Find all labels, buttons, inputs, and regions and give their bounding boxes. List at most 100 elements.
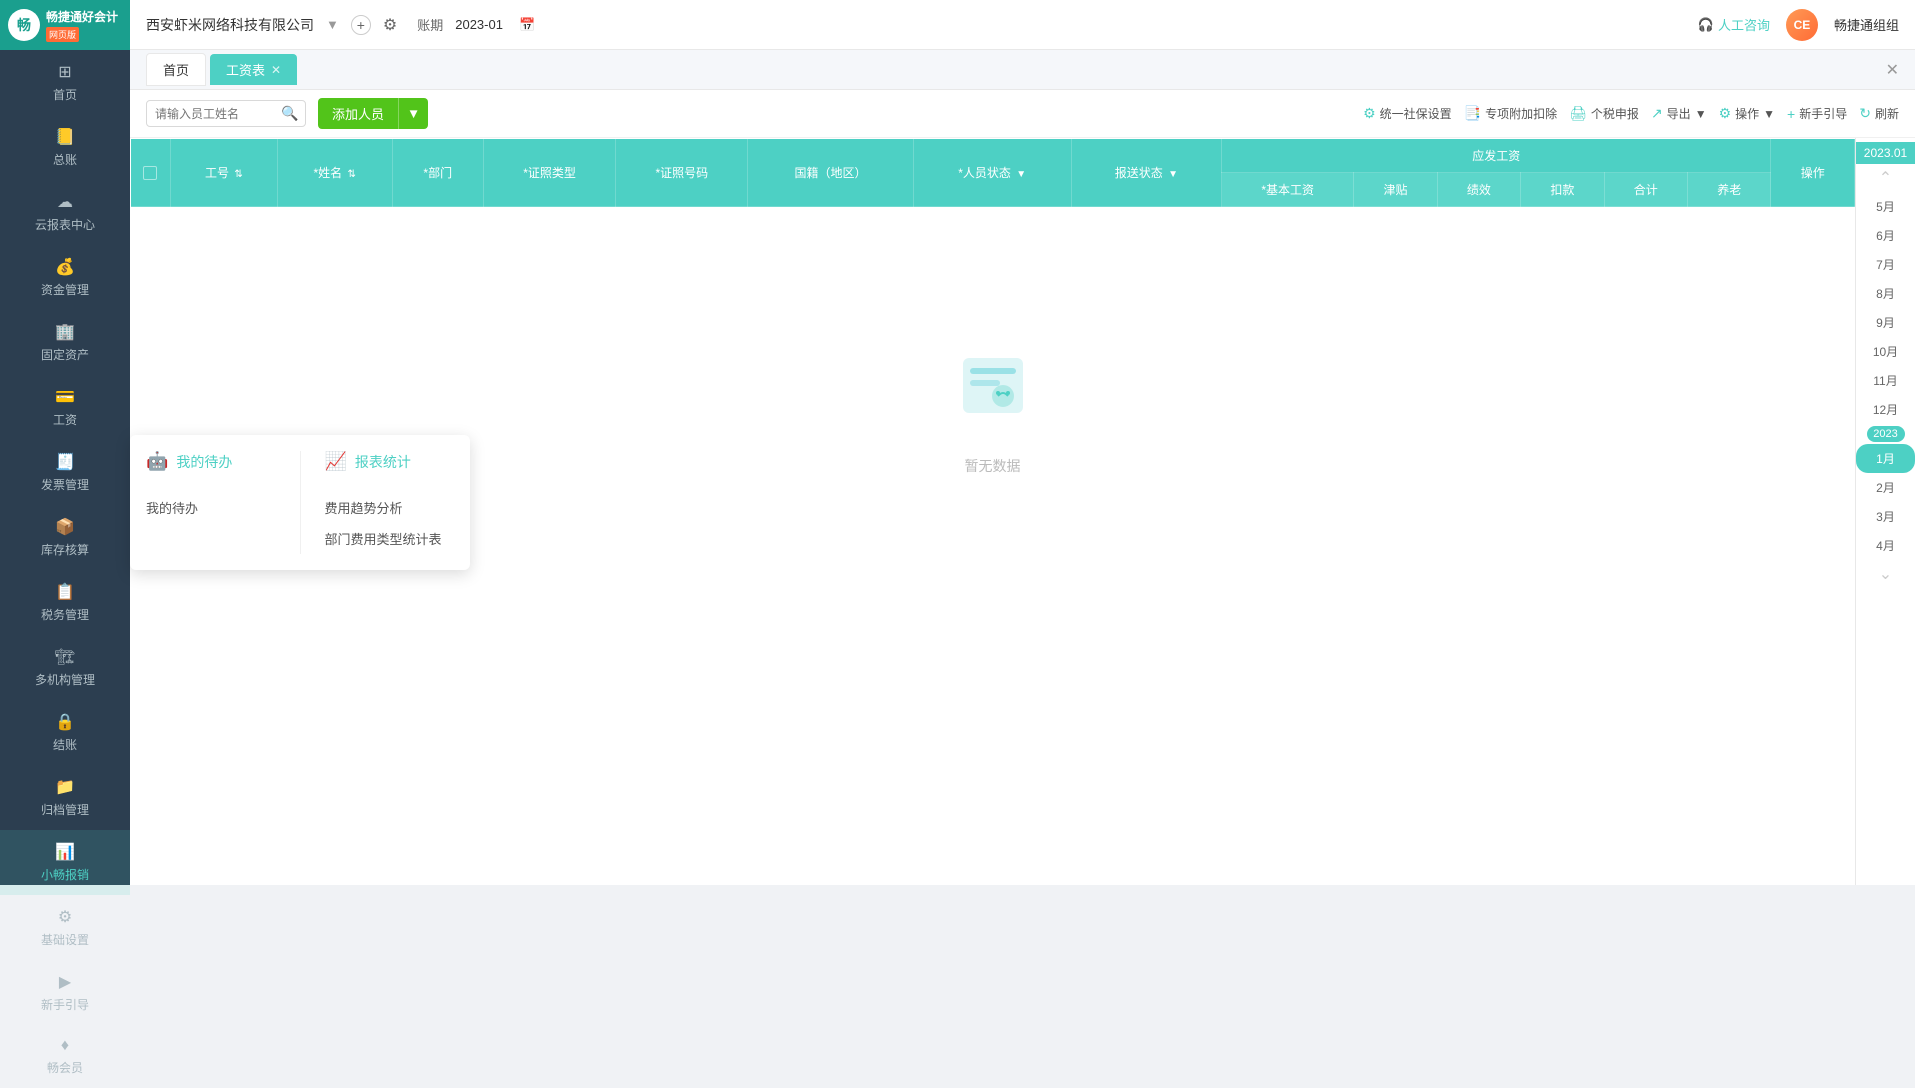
col-allowance: 津贴 bbox=[1354, 173, 1437, 207]
popup-stats-item-2[interactable]: 部门费用类型统计表 bbox=[325, 523, 455, 554]
settings-sidebar-icon: ⚙ bbox=[58, 907, 72, 927]
timeline-month-12[interactable]: 12月 bbox=[1856, 395, 1915, 424]
sidebar-item-finance[interactable]: 💰 资金管理 bbox=[0, 245, 130, 310]
timeline-month-7[interactable]: 7月 bbox=[1856, 250, 1915, 279]
add-person-button[interactable]: 添加人员 bbox=[318, 98, 398, 129]
service-label: 人工咨询 bbox=[1718, 15, 1770, 34]
guide-icon: ▶ bbox=[59, 972, 71, 992]
top-header: 西安虾米网络科技有限公司 ▼ + ⚙ 账期 2023-01 📅 🎧 人工咨询 C… bbox=[130, 0, 1915, 50]
timeline: 2023.01 ⌃ 5月 6月 7月 8月 9月 10月 11月 12月 202… bbox=[1855, 138, 1915, 885]
timeline-month-2[interactable]: 2月 bbox=[1856, 473, 1915, 502]
popup-col-stats-title: 报表统计 bbox=[355, 452, 411, 472]
sort-icon-id[interactable]: ⇅ bbox=[234, 169, 242, 180]
sidebar-label-finance: 资金管理 bbox=[41, 281, 89, 298]
sidebar-item-inventory[interactable]: 📦 库存核算 bbox=[0, 505, 130, 570]
refresh-label: 刷新 bbox=[1875, 105, 1899, 122]
search-box: 🔍 bbox=[146, 100, 306, 127]
tab-close-icon[interactable]: ✕ bbox=[271, 63, 281, 77]
operation-button[interactable]: ⚙ 操作 ▼ bbox=[1719, 105, 1775, 122]
col-performance: 绩效 bbox=[1437, 173, 1520, 207]
sidebar-item-xiaochang[interactable]: 📊 小畅报销 bbox=[0, 830, 130, 895]
timeline-month-5[interactable]: 5月 bbox=[1856, 192, 1915, 221]
search-icon: 🔍 bbox=[281, 105, 298, 122]
add-person-dropdown-button[interactable]: ▼ bbox=[398, 98, 428, 129]
timeline-down-icon[interactable]: ⌄ bbox=[1875, 560, 1896, 588]
sidebar-label-ledger: 总账 bbox=[53, 151, 77, 168]
timeline-month-1[interactable]: 1月 bbox=[1856, 444, 1915, 473]
sidebar-item-invoice[interactable]: 🧾 发票管理 bbox=[0, 440, 130, 505]
timeline-month-6[interactable]: 6月 bbox=[1856, 221, 1915, 250]
tax-report-icon: 🖨 bbox=[1569, 105, 1587, 122]
tab-salary-table[interactable]: 工资表 ✕ bbox=[210, 54, 297, 85]
col-status: *人员状态 ▼ bbox=[913, 139, 1071, 207]
select-all-checkbox[interactable] bbox=[143, 166, 157, 180]
col-name-label: *姓名 bbox=[314, 166, 343, 180]
search-input[interactable] bbox=[155, 107, 275, 121]
sidebar-item-guide[interactable]: ▶ 新手引导 bbox=[0, 960, 130, 1025]
sidebar-label-member: 畅会员 bbox=[47, 1059, 83, 1076]
operation-label: 操作 bbox=[1735, 105, 1759, 122]
settings-icon[interactable]: ⚙ bbox=[383, 15, 397, 35]
filter-icon-status[interactable]: ▼ bbox=[1016, 169, 1026, 180]
timeline-up-icon[interactable]: ⌃ bbox=[1875, 164, 1896, 192]
export-button[interactable]: ↗ 导出 ▼ bbox=[1651, 105, 1707, 122]
popup-todo-item[interactable]: 我的待办 bbox=[146, 492, 276, 523]
guide-button[interactable]: + 新手引导 bbox=[1787, 105, 1847, 122]
add-company-button[interactable]: + bbox=[351, 15, 371, 35]
sort-icon-name[interactable]: ⇅ bbox=[348, 169, 356, 180]
sidebar-item-ledger[interactable]: 📒 总账 bbox=[0, 115, 130, 180]
sidebar-item-salary[interactable]: 💳 工资 bbox=[0, 375, 130, 440]
col-dept: *部门 bbox=[392, 139, 483, 207]
sidebar-item-multi[interactable]: 🏗 多机构管理 bbox=[0, 635, 130, 700]
guide-label: 新手引导 bbox=[1799, 105, 1847, 122]
col-base-salary: *基本工资 bbox=[1222, 173, 1354, 207]
timeline-month-9[interactable]: 9月 bbox=[1856, 308, 1915, 337]
headphone-icon: 🎧 bbox=[1698, 17, 1714, 33]
archive-icon: 📁 bbox=[55, 777, 75, 797]
tab-salary-label: 工资表 bbox=[226, 60, 265, 79]
timeline-month-4[interactable]: 4月 bbox=[1856, 531, 1915, 560]
filter-icon-report[interactable]: ▼ bbox=[1168, 169, 1178, 180]
timeline-month-10[interactable]: 10月 bbox=[1856, 337, 1915, 366]
social-security-button[interactable]: ⚙ 统一社保设置 bbox=[1363, 105, 1452, 122]
sidebar-item-member[interactable]: ♦ 畅会员 bbox=[0, 1025, 130, 1088]
tab-home-label: 首页 bbox=[163, 63, 189, 78]
timeline-month-11[interactable]: 11月 bbox=[1856, 366, 1915, 395]
service-button[interactable]: 🎧 人工咨询 bbox=[1698, 15, 1770, 34]
refresh-icon: ↻ bbox=[1859, 105, 1871, 122]
todo-icon: 🤖 bbox=[146, 451, 168, 472]
calendar-icon[interactable]: 📅 bbox=[519, 17, 535, 33]
sidebar-item-tax[interactable]: 📋 税务管理 bbox=[0, 570, 130, 635]
logo-title: 畅捷通好会计 bbox=[46, 8, 118, 25]
sidebar-item-close[interactable]: 🔒 结账 bbox=[0, 700, 130, 765]
company-dropdown-icon[interactable]: ▼ bbox=[326, 17, 339, 32]
sidebar-item-archive[interactable]: 📁 归档管理 bbox=[0, 765, 130, 830]
col-deduction: 扣款 bbox=[1521, 173, 1604, 207]
salary-icon: 💳 bbox=[55, 387, 75, 407]
xiaochang-icon: 📊 bbox=[55, 842, 75, 862]
popup-col-stats-header: 📈 报表统计 bbox=[325, 451, 455, 480]
sidebar-item-settings[interactable]: ⚙ 基础设置 bbox=[0, 895, 130, 960]
popup-col-todo-title: 我的待办 bbox=[176, 452, 232, 472]
sidebar-item-cloud[interactable]: ☁ 云报表中心 bbox=[0, 180, 130, 245]
popup-col-todo: 🤖 我的待办 我的待办 bbox=[146, 451, 276, 554]
timeline-month-8[interactable]: 8月 bbox=[1856, 279, 1915, 308]
add-person-group: 添加人员 ▼ bbox=[318, 98, 428, 129]
special-deduct-button[interactable]: 📑 专项附加扣除 bbox=[1464, 105, 1557, 122]
timeline-header: 2023.01 bbox=[1856, 142, 1915, 164]
sidebar-item-home[interactable]: ⊞ 首页 bbox=[0, 50, 130, 115]
col-nationality: 国籍（地区） bbox=[748, 139, 913, 207]
col-total: 合计 bbox=[1604, 173, 1687, 207]
sidebar-item-assets[interactable]: 🏢 固定资产 bbox=[0, 310, 130, 375]
stats-icon: 📈 bbox=[325, 451, 347, 472]
refresh-button[interactable]: ↻ 刷新 bbox=[1859, 105, 1899, 122]
app-logo: 畅 畅捷通好会计 网页版 bbox=[0, 0, 130, 50]
window-close-button[interactable]: ✕ bbox=[1886, 60, 1899, 80]
sidebar-label-home: 首页 bbox=[53, 86, 77, 103]
company-name: 西安虾米网络科技有限公司 bbox=[146, 15, 314, 35]
tab-home[interactable]: 首页 bbox=[146, 53, 206, 86]
popup-stats-item-1[interactable]: 费用趋势分析 bbox=[325, 492, 455, 523]
col-employee-id: 工号 ⇅ bbox=[171, 139, 278, 207]
tax-report-button[interactable]: 🖨 个税申报 bbox=[1569, 105, 1639, 122]
timeline-month-3[interactable]: 3月 bbox=[1856, 502, 1915, 531]
